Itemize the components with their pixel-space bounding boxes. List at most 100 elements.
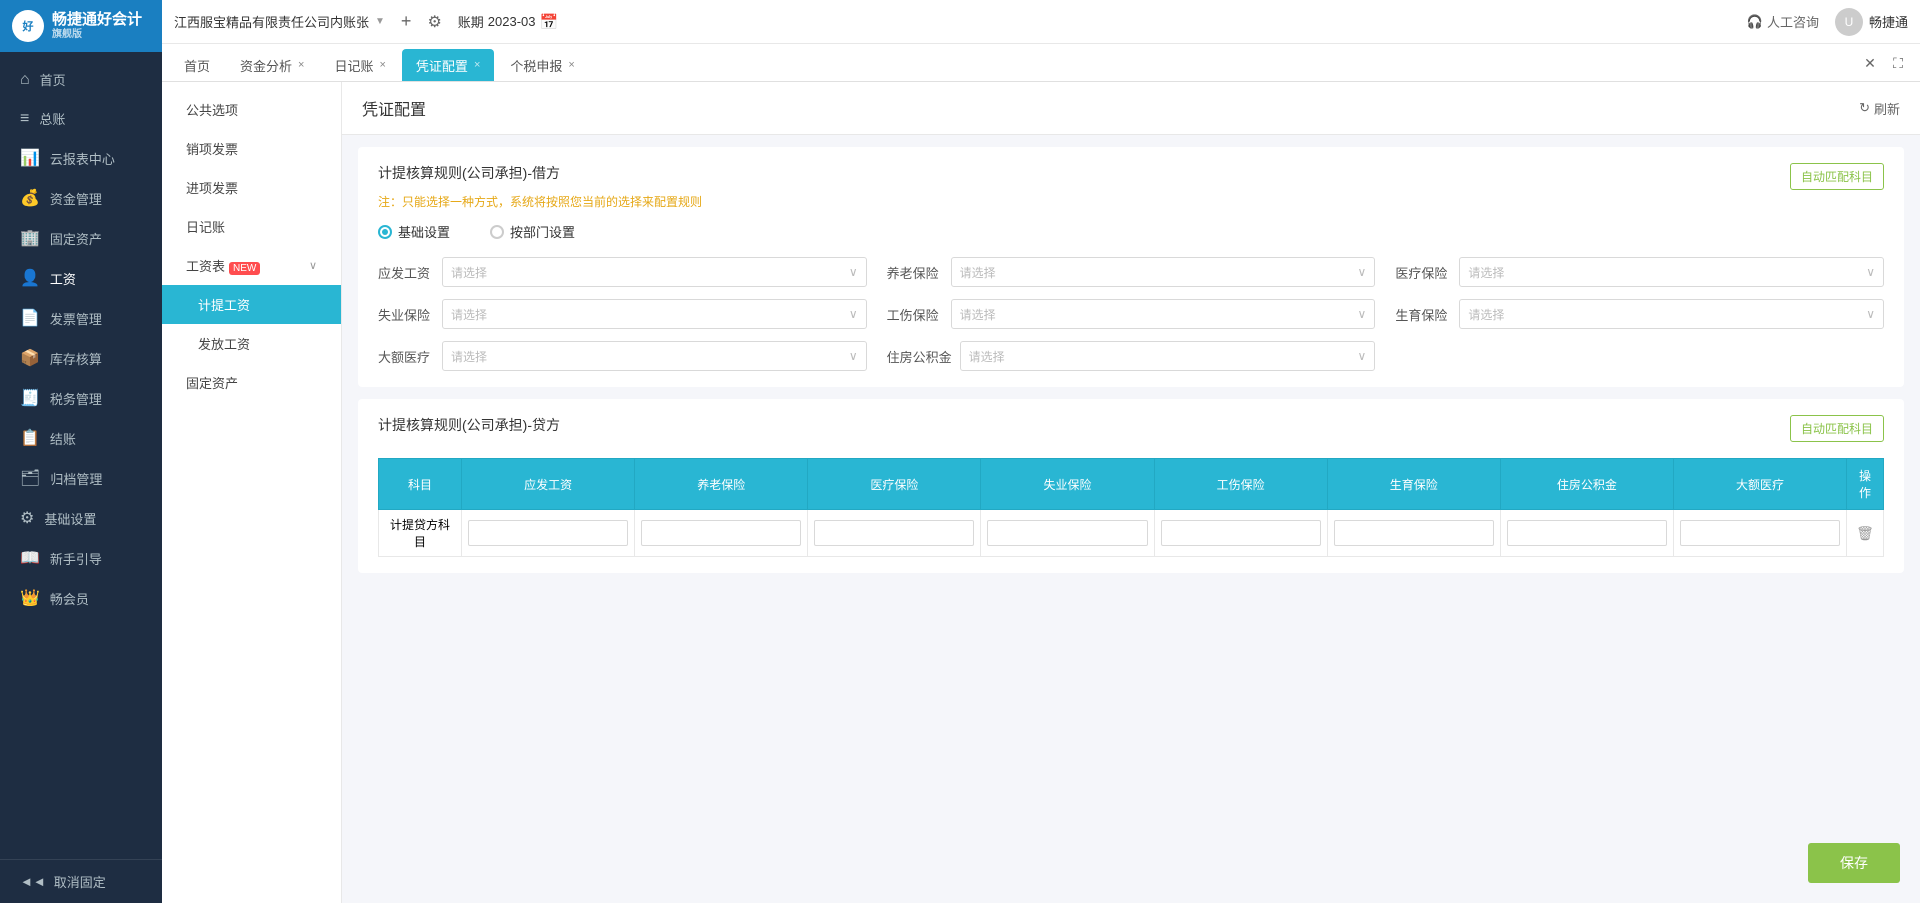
maximize-button[interactable]: ⛶ (1884, 49, 1912, 77)
radio-basic[interactable]: 基础设置 (378, 222, 450, 241)
menu-item-journal[interactable]: 日记账 (162, 207, 341, 246)
row-housing-fund-input[interactable] (1507, 520, 1667, 546)
pension-select[interactable]: 请选择 ∨ (951, 257, 1376, 287)
chevron-down-icon: ▼ (375, 16, 385, 27)
tab-home[interactable]: 首页 (170, 49, 224, 81)
settings-button[interactable]: ⚙ (427, 12, 441, 32)
table-row: 计提贷方科目 🗑 (379, 510, 1884, 557)
menu-item-fixed-assets[interactable]: 固定资产 (162, 363, 341, 402)
menu-item-pay-salary[interactable]: 发放工资 (162, 324, 341, 363)
col-medical: 医疗保险 (808, 459, 981, 510)
tax-icon: 🧾 (20, 388, 40, 408)
sidebar-item-vip[interactable]: 👑 畅会员 (0, 578, 162, 618)
delete-row-button[interactable]: 🗑 (1856, 525, 1874, 541)
gross-salary-select[interactable]: 请选择 ∨ (442, 257, 867, 287)
radio-basic-label: 基础设置 (398, 222, 450, 241)
menu-item-sales-invoice[interactable]: 销项发票 (162, 129, 341, 168)
settings-icon: ⚙ (20, 508, 34, 528)
sidebar-item-label: 云报表中心 (50, 149, 115, 168)
save-button[interactable]: 保存 (1808, 843, 1900, 883)
company-selector[interactable]: 江西服宝精品有限责任公司内账张 ▼ (174, 12, 385, 31)
work-injury-label: 工伤保险 (887, 305, 943, 324)
radio-dept[interactable]: 按部门设置 (490, 222, 575, 241)
sidebar-item-label: 发票管理 (50, 309, 102, 328)
housing-fund-select[interactable]: 请选择 ∨ (960, 341, 1376, 371)
sidebar-item-closing[interactable]: 📋 结账 (0, 418, 162, 458)
row-unemployment-input[interactable] (987, 520, 1147, 546)
sidebar-item-archive[interactable]: 🗂 归档管理 (0, 458, 162, 498)
sidebar-item-inventory[interactable]: 📦 库存核算 (0, 338, 162, 378)
tab-funds-close[interactable]: × (298, 59, 304, 71)
menu-item-purchase-invoice[interactable]: 进项发票 (162, 168, 341, 207)
window-controls: ✕ ⛶ (1848, 44, 1920, 82)
auto-match-debit-button[interactable]: 自动匹配科目 (1790, 163, 1884, 190)
tab-journal-close[interactable]: × (379, 59, 385, 71)
auto-match-credit-button[interactable]: 自动匹配科目 (1790, 415, 1884, 442)
row-pension-input[interactable] (641, 520, 801, 546)
sidebar-item-payroll[interactable]: 👤 工资 (0, 258, 162, 298)
table-header-row: 科目 应发工资 养老保险 医疗保险 失业保险 工伤保险 生育保险 住房公积金 大… (379, 459, 1884, 510)
company-name: 江西服宝精品有限责任公司内账张 (174, 12, 369, 31)
refresh-button[interactable]: ↻ 刷新 (1859, 99, 1900, 118)
unemployment-select[interactable]: 请选择 ∨ (442, 299, 867, 329)
unemployment-label: 失业保险 (378, 305, 434, 324)
page-title: 凭证配置 (362, 96, 426, 120)
arrow-left-icon: ◄◄ (20, 874, 46, 889)
menu-item-public[interactable]: 公共选项 (162, 90, 341, 129)
maternity-label: 生育保险 (1395, 305, 1451, 324)
sidebar-item-label: 新手引导 (50, 549, 102, 568)
col-maternity: 生育保险 (1327, 459, 1500, 510)
sidebar-item-invoice[interactable]: 📄 发票管理 (0, 298, 162, 338)
tab-journal[interactable]: 日记账 × (320, 49, 399, 81)
app-logo[interactable]: 好 畅捷通好会计 旗舰版 (0, 0, 162, 52)
sidebar-item-reports[interactable]: 📊 云报表中心 (0, 138, 162, 178)
left-menu: 公共选项 销项发票 进项发票 日记账 工资表NEW ∨ 计提工资 发放工资 (162, 82, 342, 903)
calendar-icon: 📅 (540, 13, 559, 31)
debit-section-title: 计提核算规则(公司承担)-借方 (378, 163, 1790, 183)
sidebar-item-settings[interactable]: ⚙ 基础设置 (0, 498, 162, 538)
close-button[interactable]: ✕ (1856, 49, 1884, 77)
sidebar-item-guide[interactable]: 📖 新手引导 (0, 538, 162, 578)
menu-item-accrue-salary[interactable]: 计提工资 (162, 285, 341, 324)
unpin-button[interactable]: ◄◄ 取消固定 (0, 859, 162, 903)
sidebar-item-assets[interactable]: 🏢 固定资产 (0, 218, 162, 258)
menu-item-salary-table[interactable]: 工资表NEW ∨ (162, 246, 341, 285)
row-work-injury-input[interactable] (1161, 520, 1321, 546)
tab-tax[interactable]: 个税申报 × (496, 49, 588, 81)
sidebar-item-ledger[interactable]: ≡ 总账 (0, 99, 162, 138)
tab-tax-close[interactable]: × (568, 59, 574, 71)
row-maternity-input[interactable] (1334, 520, 1494, 546)
form-item-pension: 养老保险 请选择 ∨ (887, 257, 1376, 287)
medical-select[interactable]: 请选择 ∨ (1459, 257, 1884, 287)
large-medical-select[interactable]: 请选择 ∨ (442, 341, 867, 371)
tab-voucher-config-close[interactable]: × (474, 59, 480, 71)
tab-journal-label: 日记账 (334, 56, 373, 75)
row-housing-fund-cell (1500, 510, 1673, 557)
credit-section-title: 计提核算规则(公司承担)-贷方 (378, 415, 1790, 435)
row-medical-input[interactable] (814, 520, 974, 546)
maternity-select[interactable]: 请选择 ∨ (1459, 299, 1884, 329)
add-tab-button[interactable]: + (397, 11, 416, 32)
invoice-icon: 📄 (20, 308, 40, 328)
period-selector[interactable]: 账期 2023-03 📅 (458, 12, 558, 31)
housing-fund-placeholder: 请选择 (969, 348, 1005, 365)
row-unemployment-cell (981, 510, 1154, 557)
form-item-housing-fund: 住房公积金 请选择 ∨ (887, 341, 1376, 371)
payroll-icon: 👤 (20, 268, 40, 288)
sidebar-item-home[interactable]: ⌂ 首页 (0, 60, 162, 99)
row-gross-salary-input[interactable] (468, 520, 628, 546)
tab-voucher-config[interactable]: 凭证配置 × (402, 49, 494, 81)
row-action-cell: 🗑 (1847, 510, 1884, 557)
user-menu[interactable]: U 畅捷通 (1835, 8, 1908, 36)
row-work-injury-cell (1154, 510, 1327, 557)
sidebar-item-label: 归档管理 (50, 469, 102, 488)
sidebar-item-label: 基础设置 (44, 509, 96, 528)
work-injury-select[interactable]: 请选择 ∨ (951, 299, 1376, 329)
service-button[interactable]: 🎧 人工咨询 (1747, 12, 1819, 31)
row-large-medical-input[interactable] (1680, 520, 1840, 546)
tab-funds[interactable]: 资金分析 × (226, 49, 318, 81)
large-medical-placeholder: 请选择 (451, 348, 487, 365)
form-item-gross-salary: 应发工资 请选择 ∨ (378, 257, 867, 287)
sidebar-item-tax[interactable]: 🧾 税务管理 (0, 378, 162, 418)
sidebar-item-funds[interactable]: 💰 资金管理 (0, 178, 162, 218)
